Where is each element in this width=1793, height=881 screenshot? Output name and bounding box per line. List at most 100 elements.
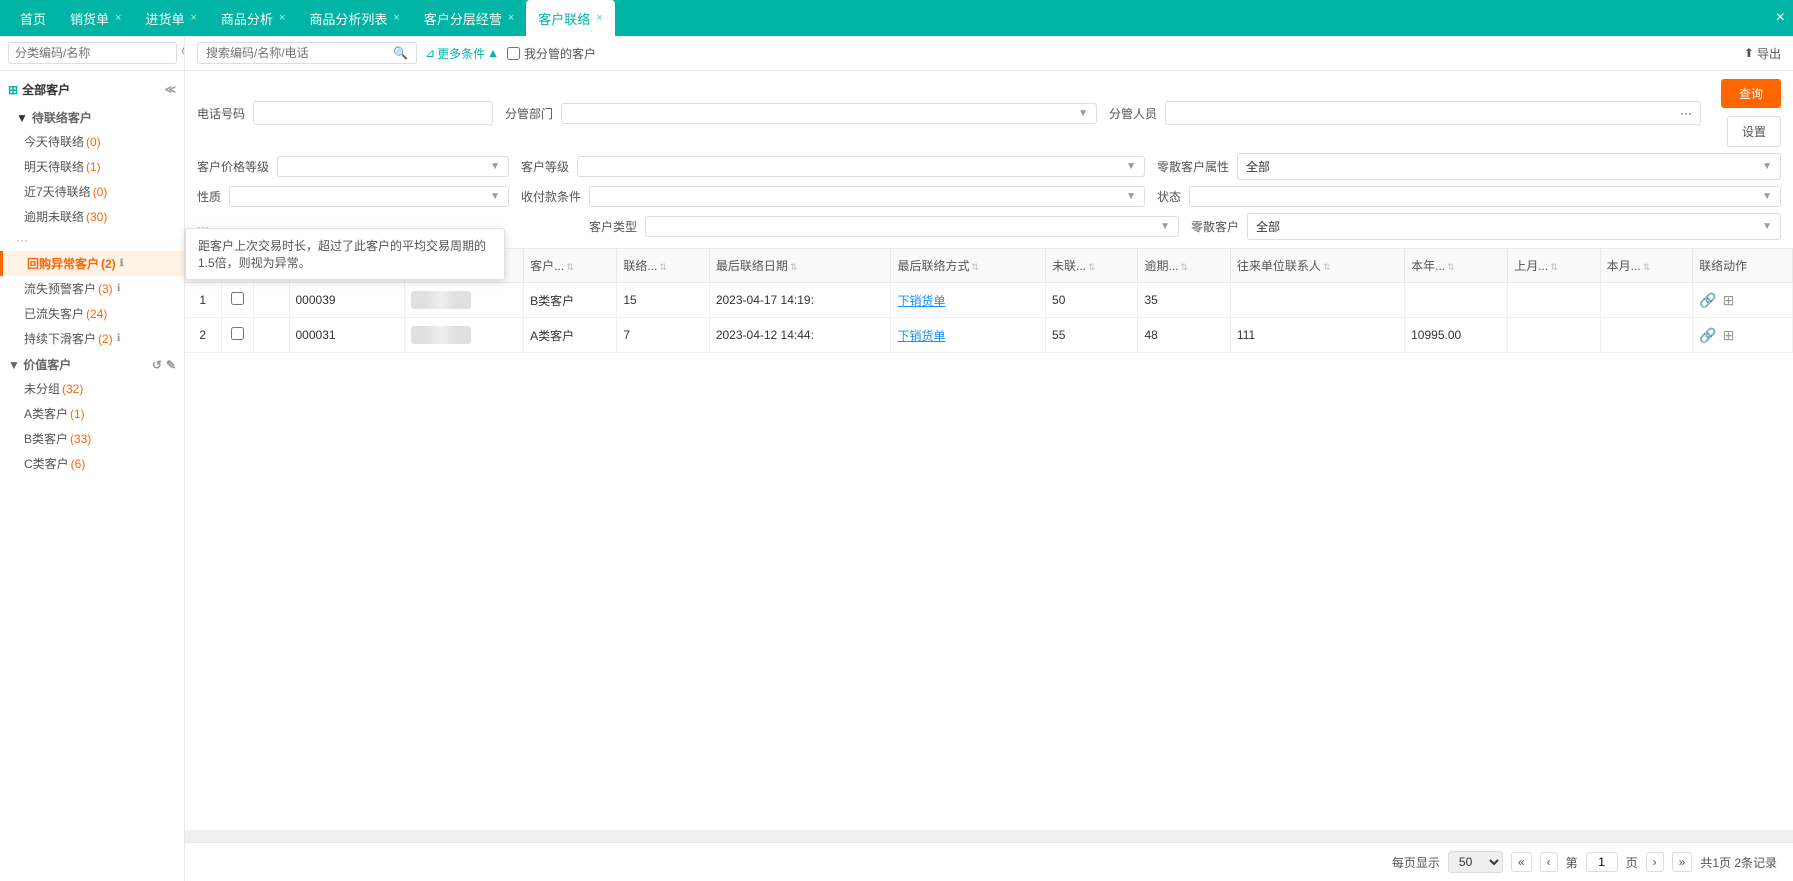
row-last-date-2: 2023-04-12 14:44: [709, 318, 891, 353]
close-customer-tier-icon[interactable]: × [508, 12, 514, 24]
collapse-sidebar-icon[interactable]: ≪ [164, 83, 176, 96]
customer-type-select[interactable]: ▼ [645, 216, 1179, 237]
gender-select[interactable]: ▼ [229, 186, 509, 207]
chevron-down-icon8: ▼ [1160, 221, 1170, 232]
grid-icon-1[interactable]: ⊞ [1723, 292, 1735, 309]
sort-icon11: ⇅ [1550, 262, 1558, 272]
edit-icon[interactable]: ✎ [166, 358, 176, 372]
dept-select[interactable]: ▼ [561, 103, 1097, 124]
last-page-button[interactable]: » [1672, 852, 1693, 872]
nav-item-home[interactable]: 首页 [8, 0, 58, 36]
nav-item-analysis-list[interactable]: 商品分析列表 × [297, 0, 411, 36]
grid-icon-2[interactable]: ⊞ [1723, 327, 1735, 344]
first-page-button[interactable]: « [1511, 852, 1532, 872]
my-customers-checkbox[interactable] [507, 47, 520, 60]
adv-row-3: 性质 ▼ 收付款条件 ▼ 状态 [197, 186, 1781, 207]
per-page-select[interactable]: 50 20 100 [1448, 851, 1503, 873]
sidebar-item-today[interactable]: 今天待联络(0) [0, 129, 184, 154]
sidebar-item-lost-predicted[interactable]: 流失预警客户(3) ℹ [0, 276, 184, 301]
row-no-1: 1 [185, 283, 221, 318]
nav-item-customer-tier[interactable]: 客户分层经营 × [412, 0, 526, 36]
next-page-button[interactable]: › [1646, 852, 1664, 872]
filter-bar: 🔍 ⊿ 更多条件 ▲ 我分管的客户 ⬆ 导出 [185, 36, 1793, 71]
phone-input[interactable] [253, 101, 493, 125]
retail-customer-select[interactable]: 全部 ▼ [1247, 213, 1781, 240]
last-method-link-2[interactable]: 下销货单 [897, 329, 945, 343]
retail-attr-select[interactable]: 全部 ▼ [1237, 153, 1781, 180]
sidebar-all-customers[interactable]: ⊞ 全部客户 ≪ [0, 75, 184, 104]
sidebar-item-7days[interactable]: 近7天待联络(0) [0, 179, 184, 204]
customer-grade-field: 客户等级 ▼ [521, 156, 1145, 177]
sidebar-more-item[interactable]: ··· [0, 229, 184, 251]
row-this-month-1 [1600, 283, 1692, 318]
info-icon: ℹ [120, 258, 124, 269]
row-checkbox-2[interactable] [231, 327, 244, 340]
price-grade-select[interactable]: ▼ [277, 156, 509, 177]
retail-customer-field: 零散客户 全部 ▼ [1191, 213, 1781, 240]
grid-icon: ⊞ [8, 83, 18, 97]
row-type-2: A类客户 [524, 318, 617, 353]
export-button[interactable]: ⬆ 导出 [1744, 45, 1781, 62]
refresh-icon[interactable]: ↺ [152, 358, 162, 372]
sidebar-item-c-class[interactable]: C类客户(6) [0, 451, 184, 476]
nav-item-purchase[interactable]: 进货单 × [133, 0, 208, 36]
sidebar-item-tomorrow[interactable]: 明天待联络(1) [0, 154, 184, 179]
advanced-filters: 电话号码 分管部门 ▼ 分管人员 ··· [185, 71, 1793, 249]
close-analysis-list-icon[interactable]: × [393, 12, 399, 24]
filter-search-box: 🔍 [197, 42, 417, 64]
last-method-link-1[interactable]: 下销货单 [897, 294, 945, 308]
link-icon-1[interactable]: 🔗 [1699, 292, 1716, 309]
manager-select[interactable]: ··· [1165, 101, 1701, 125]
status-field: 状态 ▼ [1157, 186, 1781, 207]
close-all-tabs-button[interactable]: × [1776, 9, 1785, 27]
sidebar-section-waiting[interactable]: ▼ 待联络客户 [0, 104, 184, 129]
settings-button[interactable]: 设置 [1727, 116, 1781, 147]
horizontal-scrollbar[interactable] [185, 830, 1793, 842]
chevron-down-icon6: ▼ [1126, 191, 1136, 202]
nav-item-analysis[interactable]: 商品分析 × [209, 0, 297, 36]
row-settings-1 [253, 283, 289, 318]
nav-item-sales[interactable]: 销货单 × [58, 0, 133, 36]
filter-more-conditions[interactable]: ⊿ 更多条件 ▲ [425, 45, 499, 62]
sidebar-item-already-lost[interactable]: 已流失客户(24) [0, 301, 184, 326]
table-area: ⚙ 客户编码⇅ 客户名称⇅ 客户...⇅ 联络...⇅ 最后联络日期⇅ 最后联络… [185, 249, 1793, 830]
link-icon-2[interactable]: 🔗 [1699, 327, 1716, 344]
row-last-method-1: 下销货单 [891, 283, 1046, 318]
col-last-contact-method: 最后联络方式⇅ [891, 249, 1046, 283]
chevron-down-icon9: ▼ [1762, 221, 1772, 232]
filter-search-icon[interactable]: 🔍 [393, 46, 408, 60]
customer-grade-select[interactable]: ▼ [577, 156, 1145, 177]
sidebar-item-continuous-down[interactable]: 持续下滑客户(2) ℹ [0, 326, 184, 351]
status-select[interactable]: ▼ [1189, 186, 1781, 207]
prev-page-button[interactable]: ‹ [1540, 852, 1558, 872]
close-purchase-icon[interactable]: × [190, 12, 196, 24]
sidebar-tree: ⊞ 全部客户 ≪ ▼ 待联络客户 今天待联络(0) 明天待联络(1) 近7天待联… [0, 71, 184, 881]
phone-field: 电话号码 [197, 101, 493, 125]
close-analysis-icon[interactable]: × [279, 12, 285, 24]
filter-icon: ⊿ [425, 46, 435, 60]
sidebar-item-a-class[interactable]: A类客户(1) [0, 401, 184, 426]
payment-select[interactable]: ▼ [589, 186, 1145, 207]
close-sales-icon[interactable]: × [115, 12, 121, 24]
sidebar-search-input[interactable] [8, 42, 177, 64]
sidebar-item-overdue[interactable]: 逾期未联络(30) [0, 204, 184, 229]
sort-icon10: ⇅ [1447, 262, 1455, 272]
nav-item-customer-contact[interactable]: 客户联络 × [526, 0, 614, 36]
sidebar-item-repurchase-abnormal[interactable]: 回购异常客户(2) ℹ [0, 251, 184, 276]
filter-search-input[interactable] [206, 46, 393, 60]
sidebar-item-b-class[interactable]: B类客户(33) [0, 426, 184, 451]
my-customers-checkbox-label[interactable]: 我分管的客户 [507, 45, 596, 62]
row-contacts-2: 111 [1230, 318, 1404, 353]
current-page-input[interactable] [1586, 852, 1618, 872]
page-label: 第 [1566, 854, 1578, 871]
chevron-down-icon2: ▼ [490, 161, 500, 172]
manager-field: 分管人员 ··· [1109, 101, 1701, 125]
close-customer-contact-icon[interactable]: × [596, 12, 602, 24]
row-last-month-1 [1508, 283, 1600, 318]
row-type-1: B类客户 [524, 283, 617, 318]
sidebar-item-ungrouped[interactable]: 未分组(32) [0, 376, 184, 401]
chevron-down-icon4: ▼ [1762, 161, 1772, 172]
query-button[interactable]: 查询 [1721, 79, 1781, 108]
chevron-up-icon: ▲ [487, 46, 499, 60]
row-checkbox-1[interactable] [231, 292, 244, 305]
